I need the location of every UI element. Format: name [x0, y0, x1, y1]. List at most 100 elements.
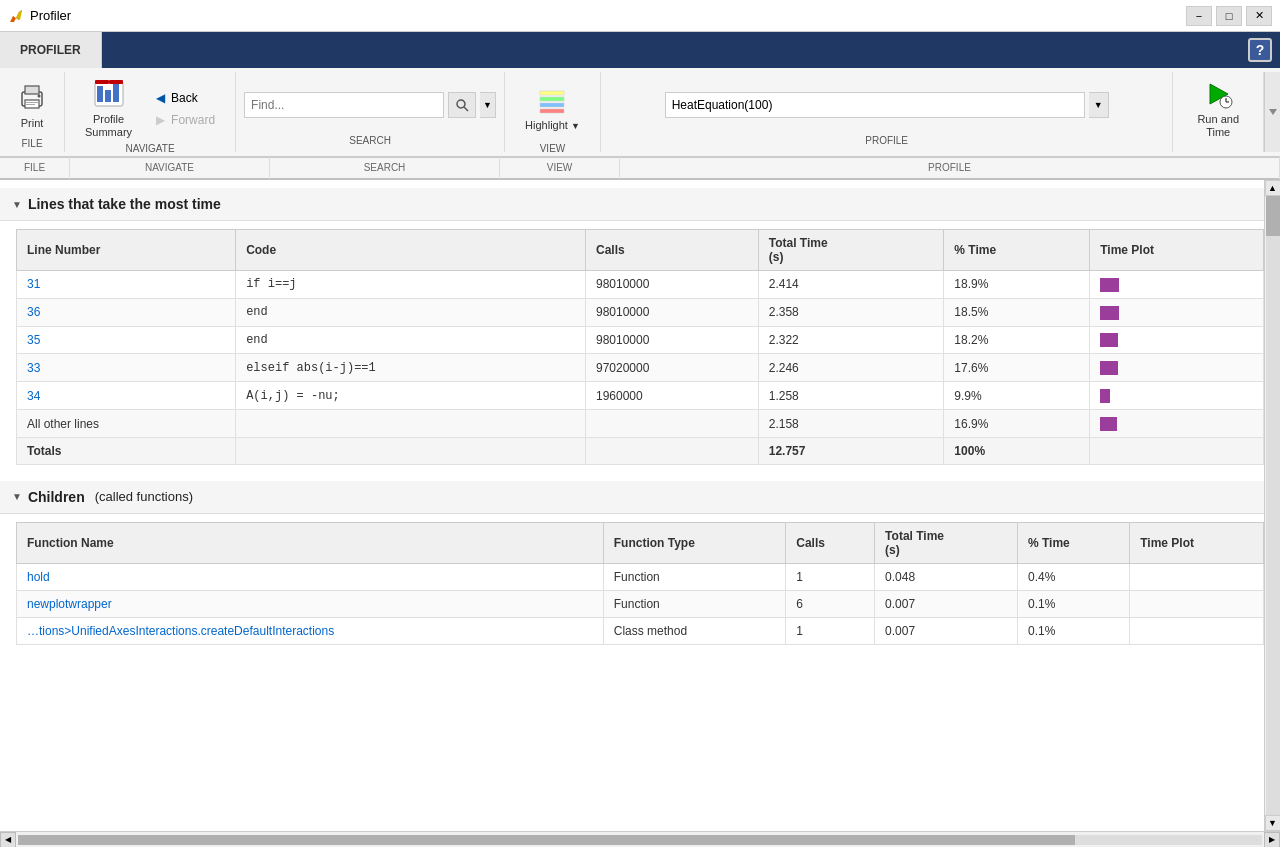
search-group-content: [244, 76, 496, 133]
total-time-cell: 2.414: [758, 271, 944, 299]
highlight-dropdown-icon: [571, 119, 580, 131]
search-group-label: SEARCH: [244, 133, 496, 148]
lines-collapse-icon[interactable]: ▼: [12, 199, 22, 210]
code-cell: A(i,j) = -nu;: [236, 382, 586, 410]
pct-time-cell-c: 0.4%: [1017, 563, 1129, 590]
time-bar: [1100, 306, 1119, 320]
maximize-button[interactable]: □: [1216, 6, 1242, 26]
help-button[interactable]: ?: [1248, 38, 1272, 62]
back-label: Back: [171, 91, 198, 105]
total-time-cell-c: 0.048: [875, 563, 1018, 590]
search-input[interactable]: [244, 92, 444, 118]
scroll-left-button[interactable]: ◀: [0, 832, 16, 848]
time-bar-cell: [1090, 326, 1264, 354]
profile-summary-button[interactable]: Profile Summary: [77, 76, 140, 141]
svg-rect-19: [540, 109, 564, 113]
profile-section-label: PROFILE: [620, 157, 1280, 179]
line-number-cell: 34: [17, 382, 236, 410]
vertical-scrollbar[interactable]: ▲ ▼: [1264, 180, 1280, 831]
nav-back-forward: Back Forward: [148, 88, 223, 130]
forward-label: Forward: [171, 113, 215, 127]
totals-bar: [1090, 437, 1264, 464]
scroll-up-button[interactable]: ▲: [1265, 180, 1281, 196]
line-number-cell: 31: [17, 271, 236, 299]
svg-rect-16: [540, 91, 564, 95]
col-pct-time-c: % Time: [1017, 522, 1129, 563]
code-cell: end: [236, 326, 586, 354]
profile-summary-icon: [93, 78, 125, 110]
view-section-label: VIEW: [500, 157, 620, 179]
time-bar: [1100, 361, 1118, 375]
function-name-cell: hold: [17, 563, 604, 590]
calls-cell: 98010000: [585, 298, 758, 326]
time-bar: [1100, 389, 1110, 403]
search-dropdown-button[interactable]: [480, 92, 496, 118]
table-row: 31 if i==j 98010000 2.414 18.9%: [17, 271, 1264, 299]
h-scroll-track: [18, 835, 1262, 845]
code-cell: elseif abs(i-j)==1: [236, 354, 586, 382]
minimize-button[interactable]: −: [1186, 6, 1212, 26]
matlab-icon: [8, 8, 24, 24]
scroll-right-button[interactable]: ▶: [1264, 832, 1280, 848]
calls-cell: 1960000: [585, 382, 758, 410]
function-name-cell: newplotwrapper: [17, 590, 604, 617]
search-button[interactable]: [448, 92, 476, 118]
lines-table: Line Number Code Calls Total Time(s) % T…: [16, 229, 1264, 465]
highlight-svg: [536, 85, 568, 117]
table-row: 36 end 98010000 2.358 18.5%: [17, 298, 1264, 326]
ribbon-scroll-icon: [1268, 107, 1278, 117]
svg-rect-9: [97, 86, 103, 102]
profile-dropdown-arrow-icon: [1094, 99, 1103, 110]
profile-summary-label: Profile Summary: [85, 113, 132, 139]
totals-pct: 100%: [944, 437, 1090, 464]
profile-dropdown-button[interactable]: [1089, 92, 1109, 118]
children-table: Function Name Function Type Calls Total …: [16, 522, 1264, 645]
print-icon: [16, 82, 48, 114]
forward-button[interactable]: Forward: [148, 110, 223, 130]
other-lines-label: All other lines: [17, 410, 236, 438]
print-button[interactable]: Print: [8, 76, 56, 136]
pct-time-cell: 9.9%: [944, 382, 1090, 410]
scroll-thumb[interactable]: [1266, 196, 1280, 236]
svg-point-14: [457, 100, 465, 108]
time-bar-cell: [1090, 354, 1264, 382]
profile-group-label: PROFILE: [609, 133, 1165, 148]
time-bar-cell: [1090, 382, 1264, 410]
highlight-label: Highlight: [525, 119, 580, 132]
highlight-button[interactable]: Highlight: [513, 76, 592, 141]
tab-bar: PROFILER ?: [0, 32, 1280, 68]
children-collapse-icon[interactable]: ▼: [12, 491, 22, 502]
function-type-cell: Function: [603, 590, 786, 617]
svg-rect-17: [540, 97, 564, 101]
other-lines-pct: 16.9%: [944, 410, 1090, 438]
profile-input[interactable]: [665, 92, 1085, 118]
profile-group: PROFILE: [601, 72, 1174, 152]
code-cell: end: [236, 298, 586, 326]
calls-cell: 97020000: [585, 354, 758, 382]
col-function-type: Function Type: [603, 522, 786, 563]
table-row: 33 elseif abs(i-j)==1 97020000 2.246 17.…: [17, 354, 1264, 382]
time-bar-cell: [1090, 298, 1264, 326]
profiler-tab[interactable]: PROFILER: [0, 32, 102, 68]
totals-row: Totals 12.757 100%: [17, 437, 1264, 464]
file-group-content: Print: [8, 76, 56, 136]
back-button[interactable]: Back: [148, 88, 223, 108]
search-section-label: SEARCH: [270, 157, 500, 179]
scroll-down-button[interactable]: ▼: [1265, 815, 1281, 831]
col-total-time-c: Total Time(s): [875, 522, 1018, 563]
run-time-button[interactable]: Run and Time: [1181, 76, 1255, 141]
svg-rect-11: [113, 84, 119, 102]
close-button[interactable]: ✕: [1246, 6, 1272, 26]
svg-rect-13: [109, 80, 123, 84]
navigate-section-label: NAVIGATE: [70, 157, 270, 179]
scroll-track: [1266, 196, 1280, 815]
calls-cell: 98010000: [585, 271, 758, 299]
total-time-cell-c: 0.007: [875, 590, 1018, 617]
lines-section-title: Lines that take the most time: [28, 196, 221, 212]
svg-rect-5: [25, 102, 39, 103]
h-scroll-thumb[interactable]: [18, 835, 1075, 845]
table-row: …tions>UnifiedAxesInteractions.createDef…: [17, 617, 1264, 644]
run-time-label: Run and Time: [1197, 113, 1239, 139]
time-bar: [1100, 333, 1118, 347]
function-name-cell: …tions>UnifiedAxesInteractions.createDef…: [17, 617, 604, 644]
